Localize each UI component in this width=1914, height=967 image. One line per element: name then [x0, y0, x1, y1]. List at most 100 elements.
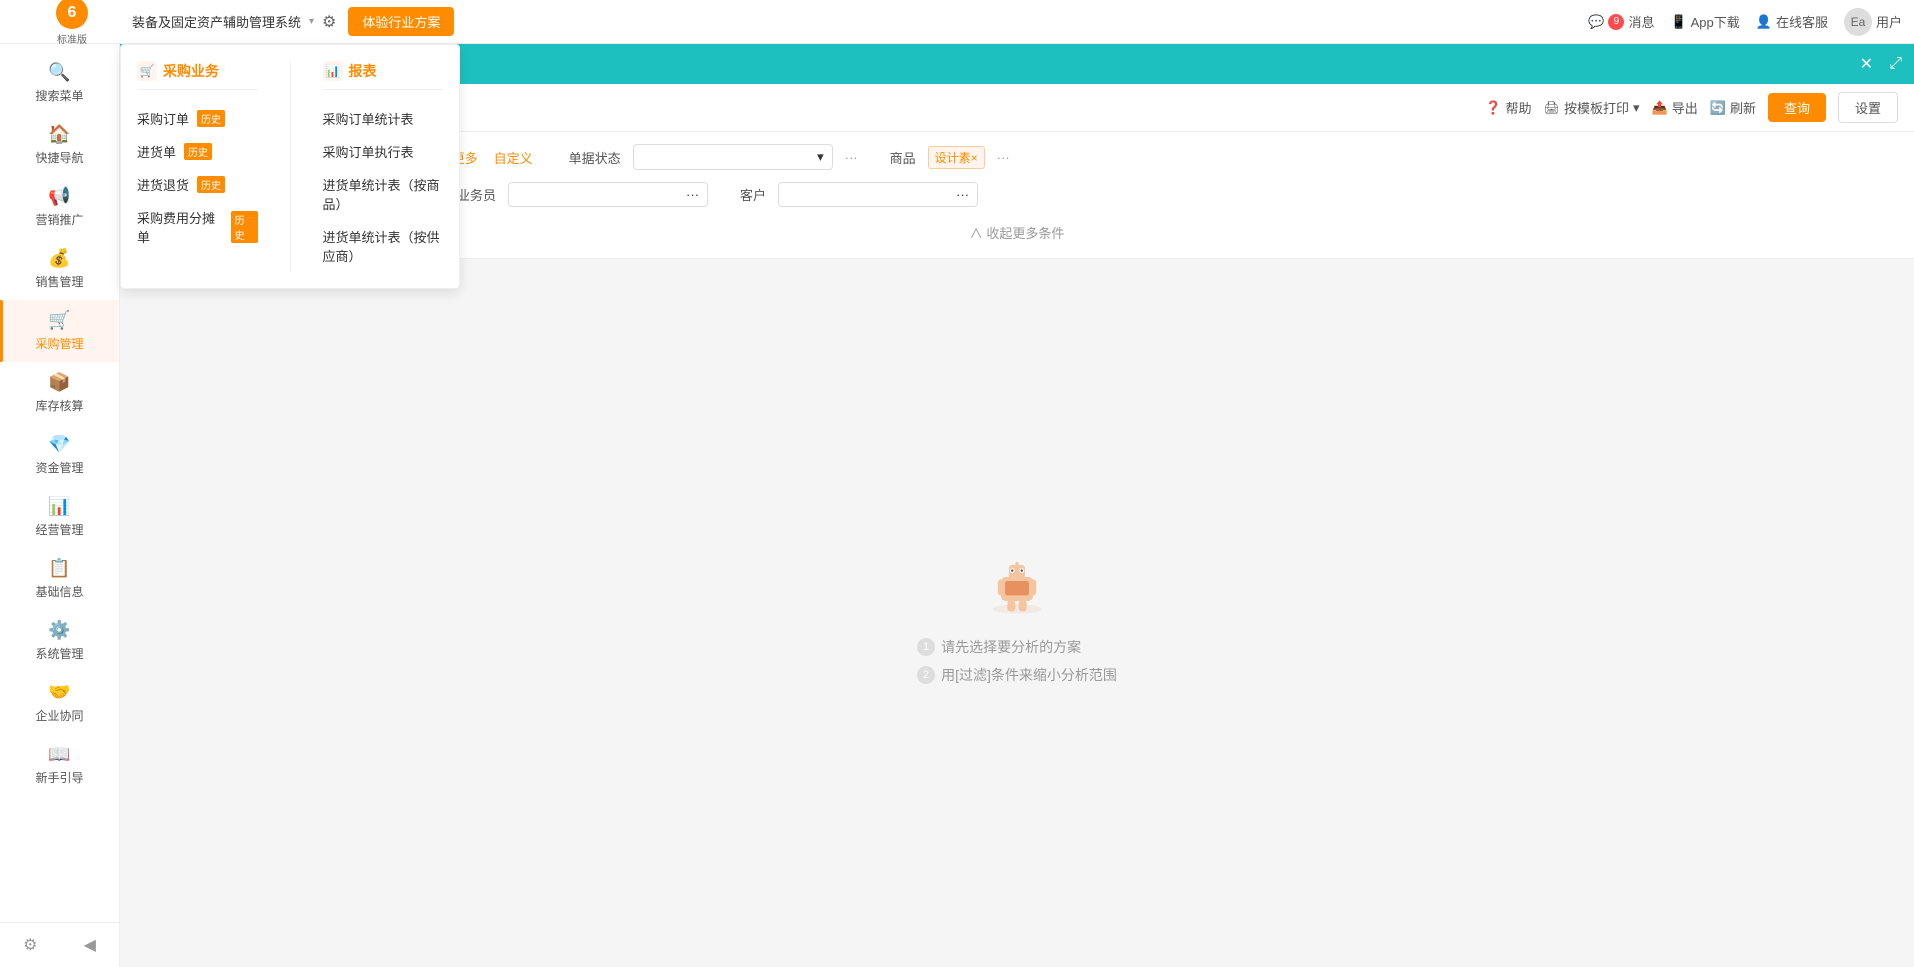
customer-label: 客户: [740, 185, 766, 204]
status-label: 单据状态: [569, 148, 621, 167]
tab-actions: ✕ ⤢: [1856, 54, 1906, 74]
sidebar-settings-icon[interactable]: ⚙: [23, 935, 37, 955]
notifications-btn[interactable]: 💬 9 消息: [1588, 12, 1654, 31]
help-icon: ❓: [1485, 100, 1501, 116]
sidebar-label-guide: 新手引导: [35, 769, 83, 786]
search-icon: 🔍: [48, 62, 70, 83]
settings-btn[interactable]: 设置: [1838, 92, 1898, 123]
export-btn[interactable]: 📤 导出: [1652, 98, 1698, 117]
tip-num-2: 2: [917, 666, 935, 684]
sidebar-label-basic-info: 基础信息: [35, 583, 83, 600]
message-icon: 💬: [1588, 14, 1604, 30]
logo-area: 6 标准版: [12, 0, 132, 46]
app-download-btn[interactable]: 📱 App下载: [1670, 12, 1739, 31]
dropdown-item-report-2[interactable]: 采购订单执行表: [323, 135, 444, 168]
topbar-right: 💬 9 消息 📱 App下载 👤 在线客服 Ea 用户: [1588, 8, 1902, 36]
report-1-label: 采购订单统计表: [323, 109, 414, 128]
topbar: 6 标准版 装备及固定资产辅助管理系统 ▾ ⚙ 体验行业方案 💬 9 消息 📱 …: [0, 0, 1914, 44]
online-service-btn[interactable]: 👤 在线客服: [1756, 12, 1828, 31]
user-area[interactable]: Ea 用户: [1844, 8, 1902, 36]
report-col-icon: 📊: [323, 61, 343, 81]
dropdown-item-inbound[interactable]: 进货单 历史: [137, 135, 258, 168]
avatar: Ea: [1844, 8, 1872, 36]
sidebar-item-sales[interactable]: 💰 销售管理: [0, 238, 119, 300]
collapse-label: 收起更多条件: [986, 226, 1064, 241]
dropdown-item-report-3[interactable]: 进货单统计表（按商品）: [323, 168, 444, 220]
basic-info-icon: 📋: [48, 558, 70, 579]
sidebar-item-finance[interactable]: 💎 资金管理: [0, 424, 119, 486]
customer-select[interactable]: ···: [778, 182, 978, 207]
refresh-label: 刷新: [1730, 98, 1756, 117]
dropdown-menu: 🛒 采购业务 采购订单 历史 进货单 历史 进货退货 历史 采购费用分摊单 历史: [120, 44, 460, 289]
print-arrow-icon: ▾: [1633, 100, 1640, 116]
enterprise-icon: 🤝: [48, 682, 70, 703]
print-btn[interactable]: 🖨 按模板打印 ▾: [1544, 98, 1640, 117]
user-label: 用户: [1876, 12, 1902, 31]
sidebar-item-marketing[interactable]: 📢 营销推广: [0, 176, 119, 238]
help-btn[interactable]: ❓ 帮助: [1485, 98, 1531, 117]
sidebar-label-finance: 资金管理: [35, 459, 83, 476]
goods-label: 商品: [890, 148, 916, 167]
inbound-history-badge: 历史: [184, 143, 212, 160]
help-label: 帮助: [1505, 98, 1531, 117]
salesperson-select[interactable]: ···: [508, 182, 708, 207]
finance-icon: 💎: [48, 434, 70, 455]
sidebar-label-system: 系统管理: [35, 645, 83, 662]
purchase-order-label: 采购订单: [137, 109, 189, 128]
sidebar-item-purchase[interactable]: 🛒 采购管理: [0, 300, 119, 362]
export-icon: 📤: [1652, 100, 1668, 116]
tip-text-1: 请先选择要分析的方案: [941, 637, 1081, 657]
report-4-label: 进货单统计表（按供应商）: [323, 227, 444, 265]
sys-title-arrow-icon[interactable]: ▾: [309, 16, 314, 27]
sidebar-label-quick-nav: 快捷导航: [35, 149, 83, 166]
dropdown-item-return[interactable]: 进货退货 历史: [137, 168, 258, 201]
dropdown-item-purchase-order[interactable]: 采购订单 历史: [137, 102, 258, 135]
expense-label: 采购费用分摊单: [137, 208, 223, 246]
marketing-icon: 📢: [48, 186, 70, 207]
industry-btn[interactable]: 体验行业方案: [348, 7, 454, 36]
dropdown-col-report: 📊 报表 采购订单统计表 采购订单执行表 进货单统计表（按商品） 进货单统计表（…: [323, 61, 444, 272]
service-icon: 👤: [1756, 14, 1772, 30]
active-indicator: [0, 300, 3, 362]
notifications-badge: 9: [1608, 14, 1624, 30]
sidebar-collapse-icon[interactable]: ◀: [84, 935, 96, 955]
refresh-icon: 🔄: [1710, 100, 1726, 116]
tip-num-1: 1: [917, 638, 935, 656]
refresh-btn[interactable]: 🔄 刷新: [1710, 98, 1756, 117]
sidebar-item-basic-info[interactable]: 📋 基础信息: [0, 548, 119, 610]
tab-close-window-icon[interactable]: ✕: [1856, 54, 1877, 74]
sidebar-item-quick-nav[interactable]: 🏠 快捷导航: [0, 114, 119, 176]
status-select[interactable]: ▾: [633, 144, 833, 170]
query-btn[interactable]: 查询: [1768, 93, 1826, 122]
sidebar-item-inventory[interactable]: 📦 库存核算: [0, 362, 119, 424]
gear-icon[interactable]: ⚙: [322, 12, 336, 32]
sidebar-label-enterprise: 企业协同: [35, 707, 83, 724]
sidebar-item-enterprise[interactable]: 🤝 企业协同: [0, 672, 119, 734]
report-3-label: 进货单统计表（按商品）: [323, 175, 444, 213]
purchase-order-history-badge: 历史: [197, 110, 225, 127]
phone-icon: 📱: [1670, 14, 1686, 30]
sidebar-bottom: ⚙ ◀: [0, 922, 119, 967]
sidebar-item-guide[interactable]: 📖 新手引导: [0, 734, 119, 796]
dropdown-item-expense[interactable]: 采购费用分摊单 历史: [137, 201, 258, 253]
status-select-arrow: ▾: [817, 149, 824, 165]
dropdown-item-report-1[interactable]: 采购订单统计表: [323, 102, 444, 135]
tab-maximize-icon[interactable]: ⤢: [1885, 55, 1906, 73]
sales-icon: 💰: [48, 248, 70, 269]
export-label: 导出: [1672, 98, 1698, 117]
quick-custom-btn[interactable]: 自定义: [490, 146, 537, 169]
print-label: 按模板打印: [1564, 98, 1629, 117]
sidebar-item-search[interactable]: 🔍 搜索菜单: [0, 52, 119, 114]
sidebar-item-operations[interactable]: 📊 经营管理: [0, 486, 119, 548]
inventory-icon: 📦: [48, 372, 70, 393]
status-dots[interactable]: ···: [845, 150, 858, 165]
inbound-label: 进货单: [137, 142, 176, 161]
goods-tag-text: 设计素×: [935, 149, 978, 166]
goods-dots[interactable]: ···: [997, 150, 1010, 165]
online-service-label: 在线客服: [1776, 12, 1828, 31]
dropdown-divider: [290, 61, 291, 272]
sidebar-item-system[interactable]: ⚙️ 系统管理: [0, 610, 119, 672]
goods-tag: 设计素×: [928, 146, 985, 169]
dropdown-item-report-4[interactable]: 进货单统计表（按供应商）: [323, 220, 444, 272]
dropdown-col-purchase: 🛒 采购业务 采购订单 历史 进货单 历史 进货退货 历史 采购费用分摊单 历史: [137, 61, 258, 272]
